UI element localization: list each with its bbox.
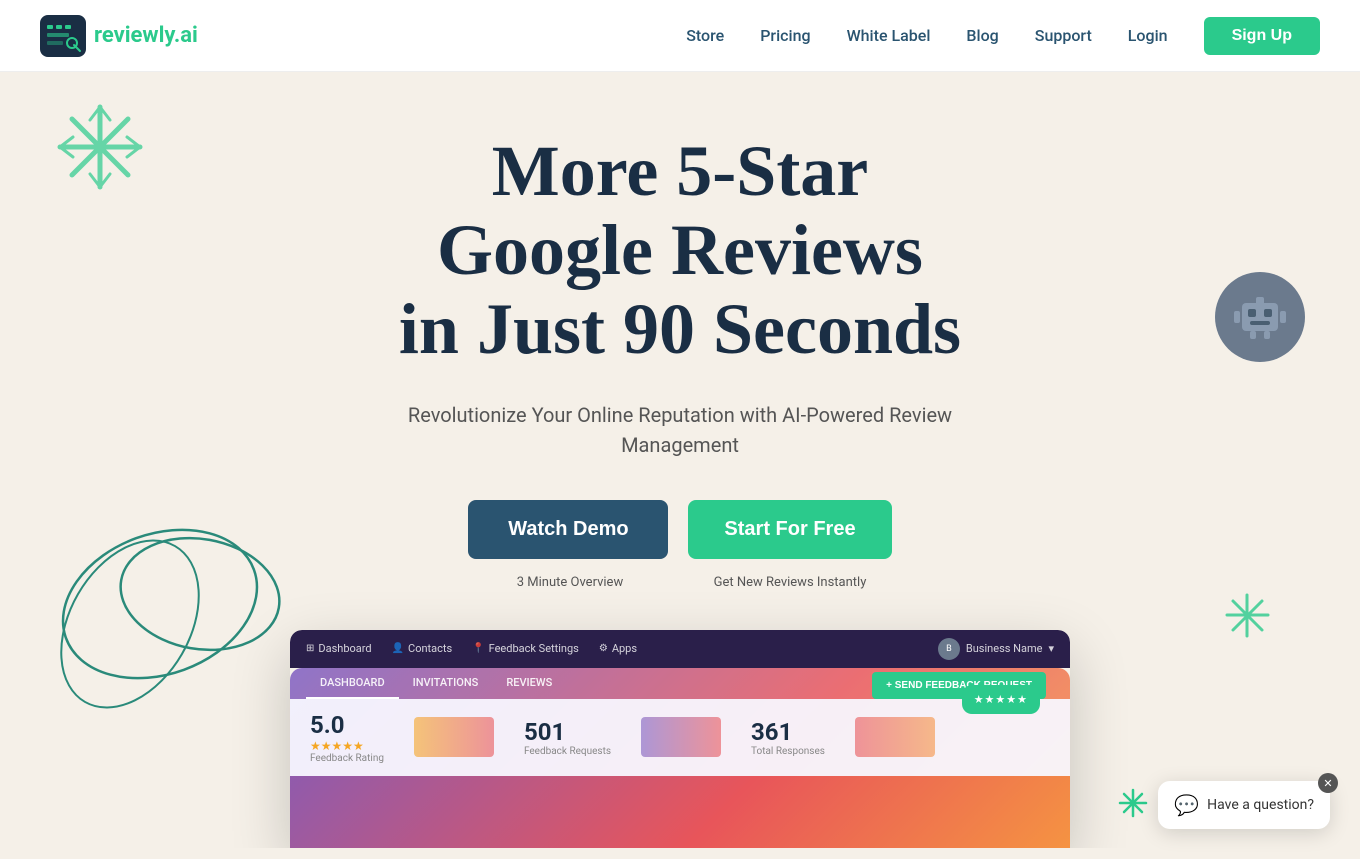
chat-bubble-container[interactable]: ✕ 💬 Have a question? xyxy=(1158,781,1330,829)
stat-responses: 361 Total Responses xyxy=(751,718,825,757)
dash-nav-invitations[interactable]: INVITATIONS xyxy=(399,668,493,699)
logo[interactable]: reviewly.ai xyxy=(40,15,198,57)
topbar-apps[interactable]: ⚙ Apps xyxy=(599,642,637,655)
topbar-dashboard[interactable]: ⊞ Dashboard xyxy=(306,642,372,655)
nav-blog[interactable]: Blog xyxy=(966,26,998,45)
snowflake-icon-topleft xyxy=(55,102,145,210)
stat-rating-value: 5.0 xyxy=(310,711,384,739)
chat-close-button[interactable]: ✕ xyxy=(1318,773,1338,793)
hero-subtitle: Revolutionize Your Online Reputation wit… xyxy=(390,400,970,460)
stat-requests: 501 Feedback Requests xyxy=(524,718,611,757)
nav-pricing[interactable]: Pricing xyxy=(760,26,810,45)
chat-bubble[interactable]: 💬 Have a question? xyxy=(1158,781,1330,829)
nav-links: Store Pricing White Label Blog Support L… xyxy=(686,17,1320,55)
hero-section: More 5-Star Google Reviews in Just 90 Se… xyxy=(0,72,1360,848)
topbar-feedback[interactable]: 📍 Feedback Settings xyxy=(472,642,579,655)
dash-nav-reviews[interactable]: REVIEWS xyxy=(492,668,566,699)
dashboard-topbar: ⊞ Dashboard 👤 Contacts 📍 Feedback Settin… xyxy=(290,630,1070,668)
navbar: reviewly.ai Store Pricing White Label Bl… xyxy=(0,0,1360,72)
watch-demo-button[interactable]: Watch Demo xyxy=(468,500,668,559)
dash-nav-dashboard[interactable]: DASHBOARD xyxy=(306,668,399,699)
stat-responses-value: 361 xyxy=(751,718,825,746)
topbar-business-name: B Business Name ▾ xyxy=(938,638,1054,660)
nav-support[interactable]: Support xyxy=(1035,26,1092,45)
logo-text: reviewly.ai xyxy=(94,23,198,48)
topbar-contacts[interactable]: 👤 Contacts xyxy=(392,642,453,655)
chat-widget: ✕ 💬 Have a question? xyxy=(1118,781,1330,829)
snowflake-icon-bottomright xyxy=(1225,593,1270,648)
nav-login[interactable]: Login xyxy=(1128,26,1168,45)
stat-requests-label: Feedback Requests xyxy=(524,746,611,757)
stat-rating-stars: ★★★★★ xyxy=(310,739,384,753)
chat-message-icon: 💬 xyxy=(1174,793,1199,817)
dashboard-nav: DASHBOARD INVITATIONS REVIEWS + SEND FEE… xyxy=(290,668,1070,699)
button-captions: 3 Minute Overview Get New Reviews Instan… xyxy=(20,575,1340,590)
start-free-caption: Get New Reviews Instantly xyxy=(690,575,890,590)
dashboard-preview: ★★★★★ ⊞ Dashboard 👤 Contacts 📍 Feedback … xyxy=(290,630,1070,848)
watch-demo-caption: 3 Minute Overview xyxy=(470,575,670,590)
signup-button[interactable]: Sign Up xyxy=(1204,17,1320,55)
stat-rating: 5.0 ★★★★★ Feedback Rating xyxy=(310,711,384,764)
stat-rating-label: Feedback Rating xyxy=(310,753,384,764)
robot-icon xyxy=(1215,272,1305,362)
chat-snowflake-icon xyxy=(1118,788,1148,825)
nav-white-label[interactable]: White Label xyxy=(847,26,931,45)
dashboard-stats: 5.0 ★★★★★ Feedback Rating 501 Feedback R… xyxy=(290,699,1070,776)
stat-responses-label: Total Responses xyxy=(751,746,825,757)
dashboard-gradient-bg: DASHBOARD INVITATIONS REVIEWS + SEND FEE… xyxy=(290,668,1070,848)
nav-store[interactable]: Store xyxy=(686,26,724,45)
chat-question-text: Have a question? xyxy=(1207,797,1314,813)
stat-requests-value: 501 xyxy=(524,718,611,746)
hero-headline: More 5-Star Google Reviews in Just 90 Se… xyxy=(230,132,1130,370)
start-free-button[interactable]: Start For Free xyxy=(688,500,891,559)
cta-buttons: Watch Demo Start For Free xyxy=(20,500,1340,559)
